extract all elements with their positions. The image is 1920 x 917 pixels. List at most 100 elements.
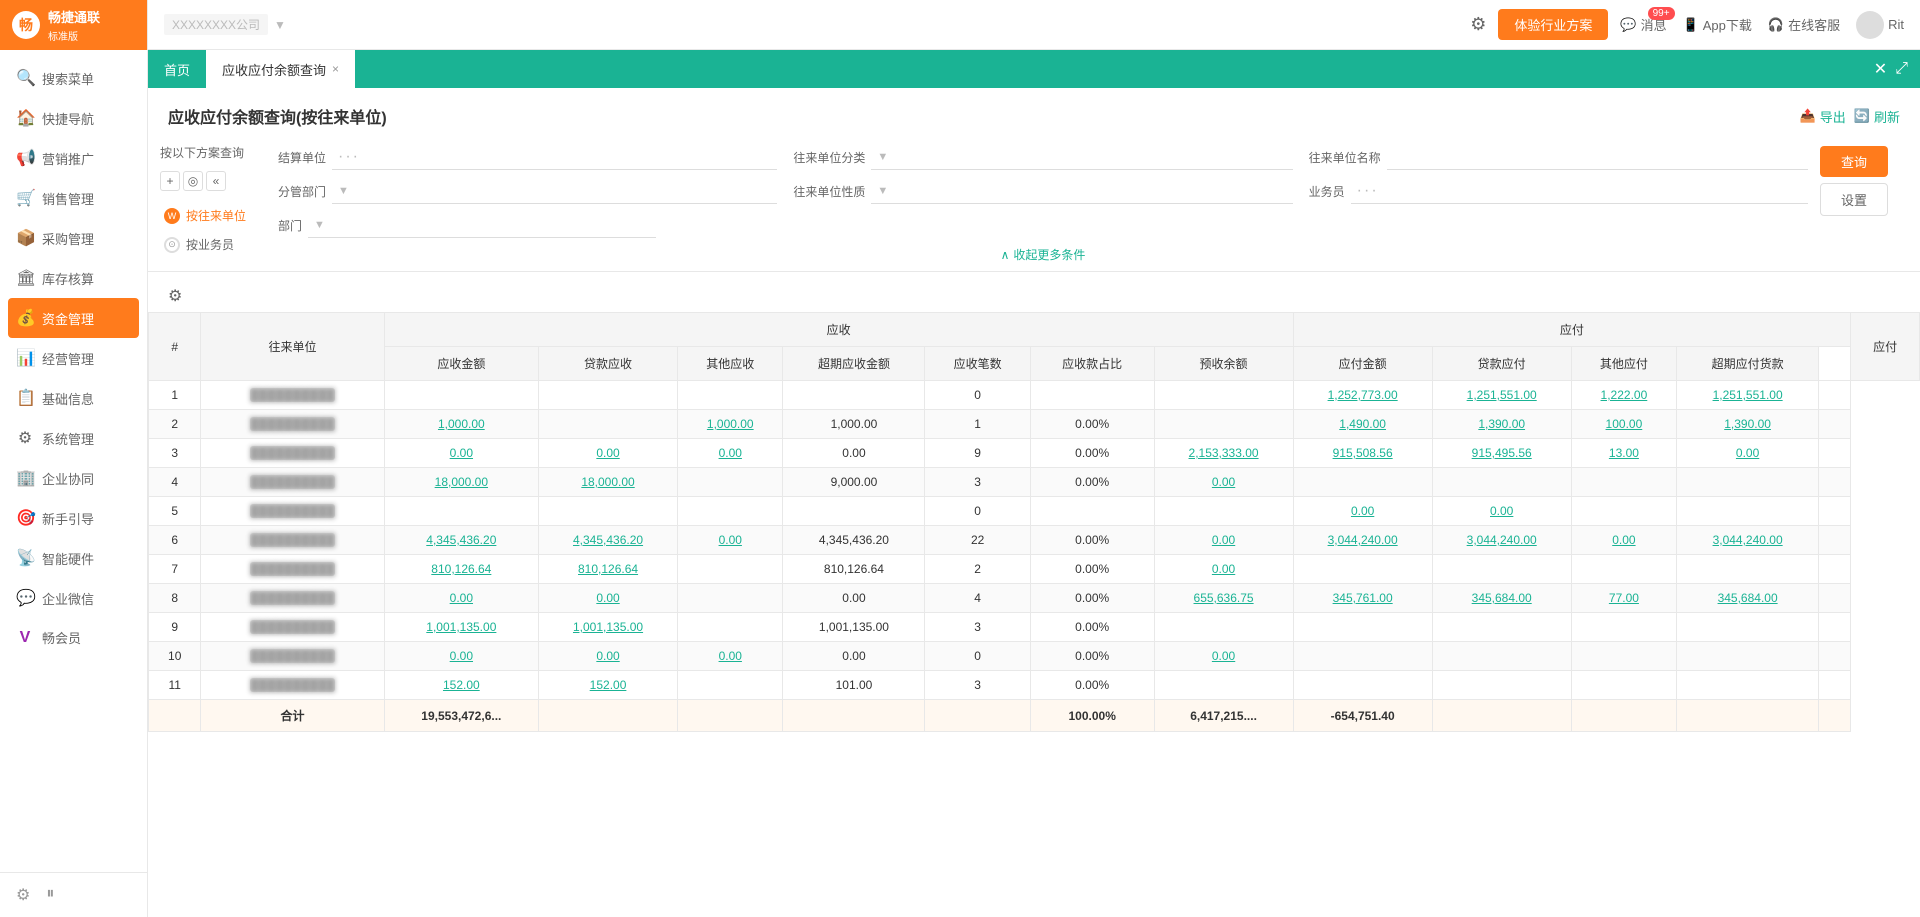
- export-button[interactable]: 📤 导出: [1800, 107, 1846, 126]
- table-row[interactable]: 10██████████0.000.000.000.0000.00%0.00: [149, 642, 1920, 671]
- salesperson-input[interactable]: ···: [1351, 178, 1808, 204]
- table-row[interactable]: 8██████████0.000.000.0040.00%655,636.753…: [149, 584, 1920, 613]
- table-cell[interactable]: [1293, 468, 1432, 497]
- filter-view2[interactable]: ⊙ 按业务员: [160, 230, 266, 259]
- table-cell[interactable]: 77.00: [1571, 584, 1676, 613]
- table-cell[interactable]: 18,000.00: [539, 468, 678, 497]
- table-cell[interactable]: 2,153,333.00: [1154, 439, 1293, 468]
- table-cell[interactable]: [1432, 468, 1571, 497]
- sidebar-item-basic[interactable]: 📋 基础信息: [0, 378, 147, 418]
- table-row[interactable]: 1██████████01,252,773.001,251,551.001,22…: [149, 381, 1920, 410]
- app-download-item[interactable]: 📱 App下载: [1683, 15, 1752, 34]
- table-cell[interactable]: [678, 613, 783, 642]
- messages-item[interactable]: 💬 消息 99+: [1620, 15, 1666, 34]
- sidebar-item-member[interactable]: V 畅会员: [0, 618, 147, 657]
- table-cell[interactable]: 345,761.00: [1293, 584, 1432, 613]
- table-cell[interactable]: 345,684.00: [1677, 584, 1819, 613]
- partner-name-input[interactable]: [1387, 144, 1808, 170]
- table-row[interactable]: 7██████████810,126.64810,126.64810,126.6…: [149, 555, 1920, 584]
- table-cell[interactable]: [1432, 555, 1571, 584]
- table-cell[interactable]: 1,390.00: [1432, 410, 1571, 439]
- table-cell[interactable]: 810,126.64: [384, 555, 538, 584]
- tab-home[interactable]: 首页: [148, 50, 206, 88]
- table-cell[interactable]: [1154, 671, 1293, 700]
- topbar-settings-icon[interactable]: ⚙: [1470, 14, 1486, 35]
- table-cell[interactable]: 152.00: [384, 671, 538, 700]
- table-cell[interactable]: [678, 381, 783, 410]
- service-item[interactable]: 🎧 在线客服: [1768, 15, 1840, 34]
- table-cell[interactable]: [1677, 642, 1819, 671]
- table-cell[interactable]: 0.00: [539, 439, 678, 468]
- table-row[interactable]: 4██████████18,000.0018,000.009,000.0030.…: [149, 468, 1920, 497]
- table-cell[interactable]: [1571, 671, 1676, 700]
- filter-view1[interactable]: W 按往来单位: [160, 201, 266, 230]
- table-row[interactable]: 11██████████152.00152.00101.0030.00%: [149, 671, 1920, 700]
- table-cell[interactable]: [1432, 613, 1571, 642]
- table-cell[interactable]: 0.00: [384, 584, 538, 613]
- sidebar-item-sales[interactable]: 🛒 销售管理: [0, 178, 147, 218]
- table-cell[interactable]: [678, 584, 783, 613]
- tab-close-icon[interactable]: ×: [332, 62, 339, 76]
- table-cell[interactable]: 655,636.75: [1154, 584, 1293, 613]
- table-cell[interactable]: [539, 497, 678, 526]
- sidebar-item-marketing[interactable]: 📢 营销推广: [0, 138, 147, 178]
- table-cell[interactable]: 1,251,551.00: [1432, 381, 1571, 410]
- filter-collapse-btn[interactable]: ∧ 收起更多条件: [278, 246, 1808, 263]
- settings-button[interactable]: 设置: [1820, 183, 1888, 216]
- table-cell[interactable]: [1677, 468, 1819, 497]
- collapse-filter-icon[interactable]: «: [206, 171, 226, 191]
- settlement-unit-input[interactable]: ···: [332, 144, 777, 170]
- table-cell[interactable]: 0.00: [539, 584, 678, 613]
- sidebar-item-wechat[interactable]: 💬 企业微信: [0, 578, 147, 618]
- sidebar-item-operation[interactable]: 📊 经营管理: [0, 338, 147, 378]
- table-cell[interactable]: [1154, 381, 1293, 410]
- edit-filter-icon[interactable]: ◎: [183, 171, 203, 191]
- user-avatar-item[interactable]: Rit: [1856, 11, 1904, 39]
- refresh-button[interactable]: 🔄 刷新: [1854, 107, 1900, 126]
- table-cell[interactable]: 0.00: [1154, 642, 1293, 671]
- table-cell[interactable]: 1,390.00: [1677, 410, 1819, 439]
- table-cell[interactable]: 152.00: [539, 671, 678, 700]
- table-cell[interactable]: 100.00: [1571, 410, 1676, 439]
- table-cell[interactable]: [1293, 613, 1432, 642]
- table-cell[interactable]: [1677, 613, 1819, 642]
- table-cell[interactable]: 345,684.00: [1432, 584, 1571, 613]
- table-cell[interactable]: [1677, 671, 1819, 700]
- table-cell[interactable]: 3,044,240.00: [1432, 526, 1571, 555]
- table-cell[interactable]: [678, 497, 783, 526]
- table-cell[interactable]: 4,345,436.20: [539, 526, 678, 555]
- table-row[interactable]: 5██████████00.000.00: [149, 497, 1920, 526]
- table-cell[interactable]: 0.00: [678, 526, 783, 555]
- table-cell[interactable]: [1677, 555, 1819, 584]
- table-cell[interactable]: [1293, 555, 1432, 584]
- sidebar-item-newbie[interactable]: 🎯 新手引导: [0, 498, 147, 538]
- table-cell[interactable]: 0.00: [384, 642, 538, 671]
- table-cell[interactable]: [678, 671, 783, 700]
- table-cell[interactable]: 1,001,135.00: [539, 613, 678, 642]
- sidebar-item-purchase[interactable]: 📦 采购管理: [0, 218, 147, 258]
- table-cell[interactable]: 1,222.00: [1571, 381, 1676, 410]
- table-cell[interactable]: 1,251,551.00: [1677, 381, 1819, 410]
- table-cell[interactable]: 1,001,135.00: [384, 613, 538, 642]
- table-cell[interactable]: [1293, 642, 1432, 671]
- table-cell[interactable]: [1154, 497, 1293, 526]
- tab-active[interactable]: 应收应付余额查询 ×: [206, 50, 355, 88]
- table-cell[interactable]: 1,000.00: [384, 410, 538, 439]
- table-cell[interactable]: [1677, 497, 1819, 526]
- sidebar-item-hardware[interactable]: 📡 智能硬件: [0, 538, 147, 578]
- table-cell[interactable]: 915,508.56: [1293, 439, 1432, 468]
- table-cell[interactable]: [1154, 613, 1293, 642]
- sidebar-item-enterprise[interactable]: 🏢 企业协同: [0, 458, 147, 498]
- table-cell[interactable]: [1571, 468, 1676, 497]
- table-cell[interactable]: [678, 555, 783, 584]
- table-settings-icon[interactable]: ⚙: [168, 286, 182, 306]
- table-cell[interactable]: 0.00: [384, 439, 538, 468]
- table-row[interactable]: 2██████████1,000.001,000.001,000.0010.00…: [149, 410, 1920, 439]
- table-cell[interactable]: 3,044,240.00: [1677, 526, 1819, 555]
- sidebar-item-system[interactable]: ⚙ 系统管理: [0, 418, 147, 458]
- table-cell[interactable]: 4,345,436.20: [384, 526, 538, 555]
- table-row[interactable]: 3██████████0.000.000.000.0090.00%2,153,3…: [149, 439, 1920, 468]
- add-filter-icon[interactable]: +: [160, 171, 180, 191]
- query-button[interactable]: 查询: [1820, 146, 1888, 177]
- table-cell[interactable]: [1571, 613, 1676, 642]
